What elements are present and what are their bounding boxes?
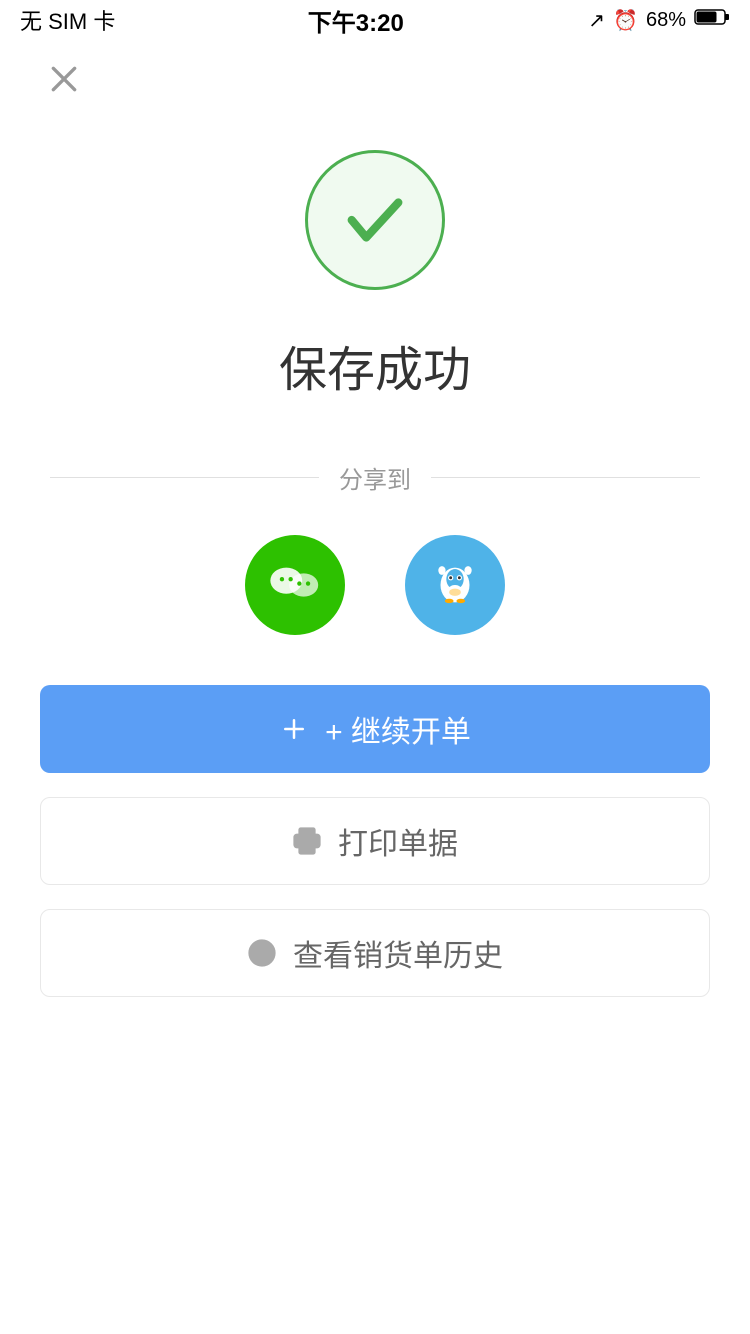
action-buttons: + 继续开单 打印单据 查看销货单历史 [0,685,750,997]
qq-share-button[interactable] [405,535,505,635]
history-label: 查看销货单历史 [293,931,503,975]
continue-order-label: + 继续开单 [325,707,471,751]
print-button[interactable]: 打印单据 [40,797,710,885]
share-divider: 分享到 [0,460,750,495]
main-content: 保存成功 分享到 [0,40,750,997]
success-title: 保存成功 [279,330,471,400]
battery-text: 68% [646,9,686,32]
location-icon: ↗ [588,8,605,33]
share-label: 分享到 [319,460,431,495]
no-sim-text: 无 SIM 卡 [20,4,115,36]
status-time: 下午3:20 [308,3,404,38]
alarm-icon: ⏰ [613,8,638,33]
history-button[interactable]: 查看销货单历史 [40,909,710,997]
battery-icon [694,8,730,32]
wechat-share-button[interactable] [245,535,345,635]
continue-order-button[interactable]: + 继续开单 [40,685,710,773]
share-section: 分享到 [0,460,750,635]
success-icon-circle [305,150,445,290]
status-bar: 无 SIM 卡 下午3:20 ↗ ⏰ 68% [0,0,750,40]
share-icons [0,535,750,635]
close-button[interactable] [40,55,88,103]
status-right: ↗ ⏰ 68% [588,8,730,33]
status-left: 无 SIM 卡 [20,4,123,36]
print-label: 打印单据 [338,819,458,863]
